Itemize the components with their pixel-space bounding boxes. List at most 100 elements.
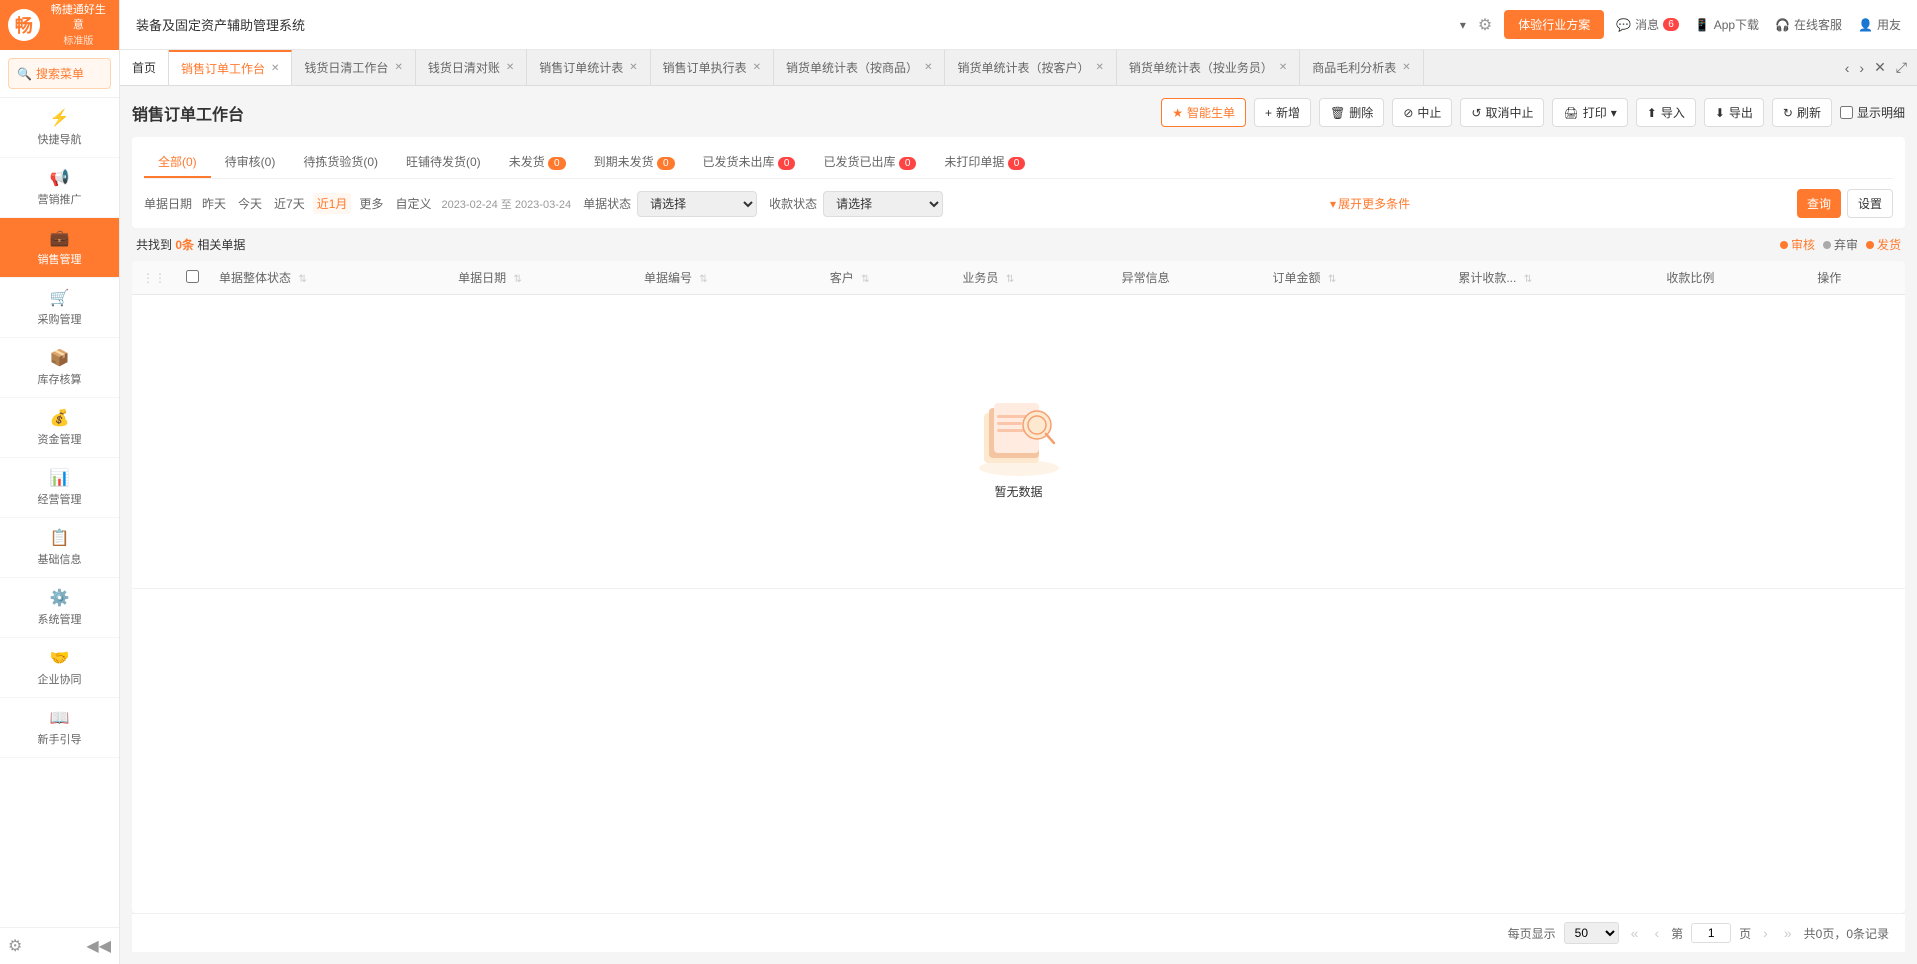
sidebar-collapse-button[interactable]: ◀◀ [86, 936, 111, 956]
cancel-stop-button[interactable]: ↺ 取消中止 [1460, 98, 1544, 127]
add-button[interactable]: + 新增 [1254, 98, 1311, 127]
tab-cash-reconcile[interactable]: 钱货日清对账 ✕ [416, 50, 527, 86]
tab-sales-stats-staff-close[interactable]: ✕ [1279, 62, 1287, 73]
message-icon: 💬 [1616, 18, 1631, 32]
sidebar-item-inventory[interactable]: 📦 库存核算 [0, 338, 119, 398]
filter-tab-all-label: 全部(0) [158, 155, 197, 169]
ship-button[interactable]: 发货 [1866, 236, 1901, 253]
date-btn-7days[interactable]: 近7天 [270, 193, 309, 214]
sidebar-settings-button[interactable]: ⚙ [8, 936, 22, 956]
expand-conditions-btn[interactable]: ▾ 展开更多条件 [1330, 195, 1410, 212]
prev-page-btn[interactable]: ‹ [1650, 923, 1663, 943]
filter-tab-wangpu[interactable]: 旺铺待发货(0) [392, 147, 495, 178]
query-button[interactable]: 查询 [1797, 189, 1841, 218]
tabs-prev-btn[interactable]: ‹ [1841, 58, 1854, 78]
tab-cash-reconcile-close[interactable]: ✕ [506, 62, 514, 73]
tab-sales-stats-customer[interactable]: 销货单统计表（按客户） ✕ [945, 50, 1116, 86]
tab-cash-daily[interactable]: 钱货日清工作台 ✕ [292, 50, 415, 86]
filter-tab-not-printed[interactable]: 未打印单据 0 [930, 147, 1039, 178]
sidebar-item-guide[interactable]: 📖 新手引导 [0, 698, 119, 758]
th-status-sort-icon[interactable]: ⇅ [298, 274, 306, 285]
th-amount-label: 订单金额 [1272, 271, 1320, 285]
date-btn-custom[interactable]: 自定义 [391, 193, 435, 214]
tab-sales-stats-staff[interactable]: 销货单统计表（按业务员） ✕ [1117, 50, 1300, 86]
filter-tab-all[interactable]: 全部(0) [144, 147, 211, 178]
th-collected-sort-icon[interactable]: ⇅ [1524, 274, 1532, 285]
sidebar-item-finance[interactable]: 💰 资金管理 [0, 398, 119, 458]
smart-create-button[interactable]: ★ 智能生单 [1161, 98, 1246, 127]
th-staff-sort-icon[interactable]: ⇅ [1006, 274, 1014, 285]
import-button[interactable]: ⬆ 导入 [1636, 98, 1696, 127]
filter-tab-pending-review-label: 待审核(0) [225, 155, 276, 169]
stop-button[interactable]: ⊘ 中止 [1392, 98, 1452, 127]
show-detail-checkbox-label[interactable]: 显示明细 [1840, 104, 1905, 121]
tab-sales-stats-product-close[interactable]: ✕ [924, 62, 932, 73]
user-action[interactable]: 👤 用友 [1858, 16, 1901, 33]
sidebar-item-system[interactable]: ⚙️ 系统管理 [0, 578, 119, 638]
system-dropdown[interactable]: ▾ [1460, 18, 1466, 32]
filter-settings-button[interactable]: 设置 [1847, 189, 1893, 218]
th-exception-label: 异常信息 [1122, 271, 1170, 285]
tab-sales-stats-customer-close[interactable]: ✕ [1095, 62, 1103, 73]
message-action[interactable]: 💬 消息 6 [1616, 16, 1679, 33]
sidebar-item-marketing[interactable]: 📢 营销推广 [0, 158, 119, 218]
next-page-btn[interactable]: › [1759, 923, 1772, 943]
industry-btn[interactable]: 体验行业方案 [1504, 10, 1604, 39]
th-amount-sort-icon[interactable]: ⇅ [1328, 274, 1336, 285]
filter-tab-overdue[interactable]: 到期未发货 0 [580, 147, 689, 178]
tab-sales-exec[interactable]: 销售订单执行表 ✕ [651, 50, 774, 86]
filter-tab-shipped-not-out[interactable]: 已发货未出库 0 [689, 147, 810, 178]
select-all-checkbox[interactable] [186, 270, 199, 283]
tab-margin-analysis[interactable]: 商品毛利分析表 ✕ [1300, 50, 1423, 86]
tab-sales-workbench-close[interactable]: ✕ [271, 63, 279, 74]
page-size-select[interactable]: 10 20 50 100 [1564, 922, 1619, 944]
filter-tabs: 全部(0) 待审核(0) 待拣货验货(0) 旺铺待发货(0) 未发货 0 到期未… [144, 147, 1893, 179]
tab-sales-stats-product[interactable]: 销货单统计表（按商品） ✕ [774, 50, 945, 86]
delete-button[interactable]: 🗑 删除 [1319, 98, 1384, 127]
tab-sales-exec-close[interactable]: ✕ [753, 62, 761, 73]
tab-home[interactable]: 首页 [120, 50, 169, 86]
last-page-btn[interactable]: » [1780, 923, 1796, 943]
tabs-close-all-btn[interactable]: ✕ [1870, 57, 1890, 78]
online-service-action[interactable]: 🎧 在线客服 [1775, 16, 1842, 33]
th-number-sort-icon[interactable]: ⇅ [699, 274, 707, 285]
sidebar-item-operations[interactable]: 📊 经营管理 [0, 458, 119, 518]
tabs-next-btn[interactable]: › [1855, 58, 1868, 78]
tab-sales-workbench[interactable]: 销售订单工作台 ✕ [169, 50, 292, 86]
sidebar-item-basic-info[interactable]: 📋 基础信息 [0, 518, 119, 578]
tab-sales-exec-label: 销售订单执行表 [663, 59, 747, 76]
export-button[interactable]: ⬇ 导出 [1704, 98, 1764, 127]
date-btn-more[interactable]: 更多 [355, 193, 387, 214]
filter-tab-shipped-out[interactable]: 已发货已出库 0 [809, 147, 930, 178]
status-select[interactable]: 请选择 [637, 191, 757, 217]
topbar-settings-icon[interactable]: ⚙ [1478, 15, 1492, 35]
payment-select[interactable]: 请选择 [823, 191, 943, 217]
date-btn-1month[interactable]: 近1月 [313, 193, 352, 214]
filter-tab-pending-review[interactable]: 待审核(0) [211, 147, 290, 178]
print-button[interactable]: 🖨 打印 ▾ [1552, 98, 1627, 127]
tab-sales-stats[interactable]: 销售订单统计表 ✕ [527, 50, 650, 86]
app-download-action[interactable]: 📱 App下载 [1695, 16, 1759, 33]
tab-cash-daily-close[interactable]: ✕ [394, 62, 402, 73]
refresh-button[interactable]: ↻ 刷新 [1772, 98, 1832, 127]
tabs-maximize-btn[interactable]: ⤢ [1892, 57, 1911, 78]
sidebar-item-quick-nav[interactable]: ⚡ 快捷导航 [0, 98, 119, 158]
sidebar-item-sales[interactable]: 💼 销售管理 [0, 218, 119, 278]
audit-button[interactable]: 审核 [1780, 236, 1815, 253]
th-customer-sort-icon[interactable]: ⇅ [861, 274, 869, 285]
sidebar-item-purchase[interactable]: 🛒 采购管理 [0, 278, 119, 338]
revoke-button[interactable]: 弃审 [1823, 236, 1858, 253]
filter-tab-pending-inspect[interactable]: 待拣货验货(0) [289, 147, 392, 178]
date-btn-today[interactable]: 今天 [234, 193, 266, 214]
sidebar-item-enterprise[interactable]: 🤝 企业协同 [0, 638, 119, 698]
first-page-btn[interactable]: « [1627, 923, 1643, 943]
tab-cash-reconcile-label: 钱货日清对账 [428, 59, 500, 76]
show-detail-checkbox[interactable] [1840, 106, 1853, 119]
date-btn-yesterday[interactable]: 昨天 [198, 193, 230, 214]
th-date-sort-icon[interactable]: ⇅ [513, 274, 521, 285]
tab-margin-analysis-close[interactable]: ✕ [1402, 62, 1410, 73]
page-number-input[interactable] [1691, 923, 1731, 943]
filter-tab-not-shipped[interactable]: 未发货 0 [495, 147, 580, 178]
tab-sales-stats-close[interactable]: ✕ [629, 62, 637, 73]
search-menu-button[interactable]: 🔍 搜索菜单 [8, 58, 111, 89]
